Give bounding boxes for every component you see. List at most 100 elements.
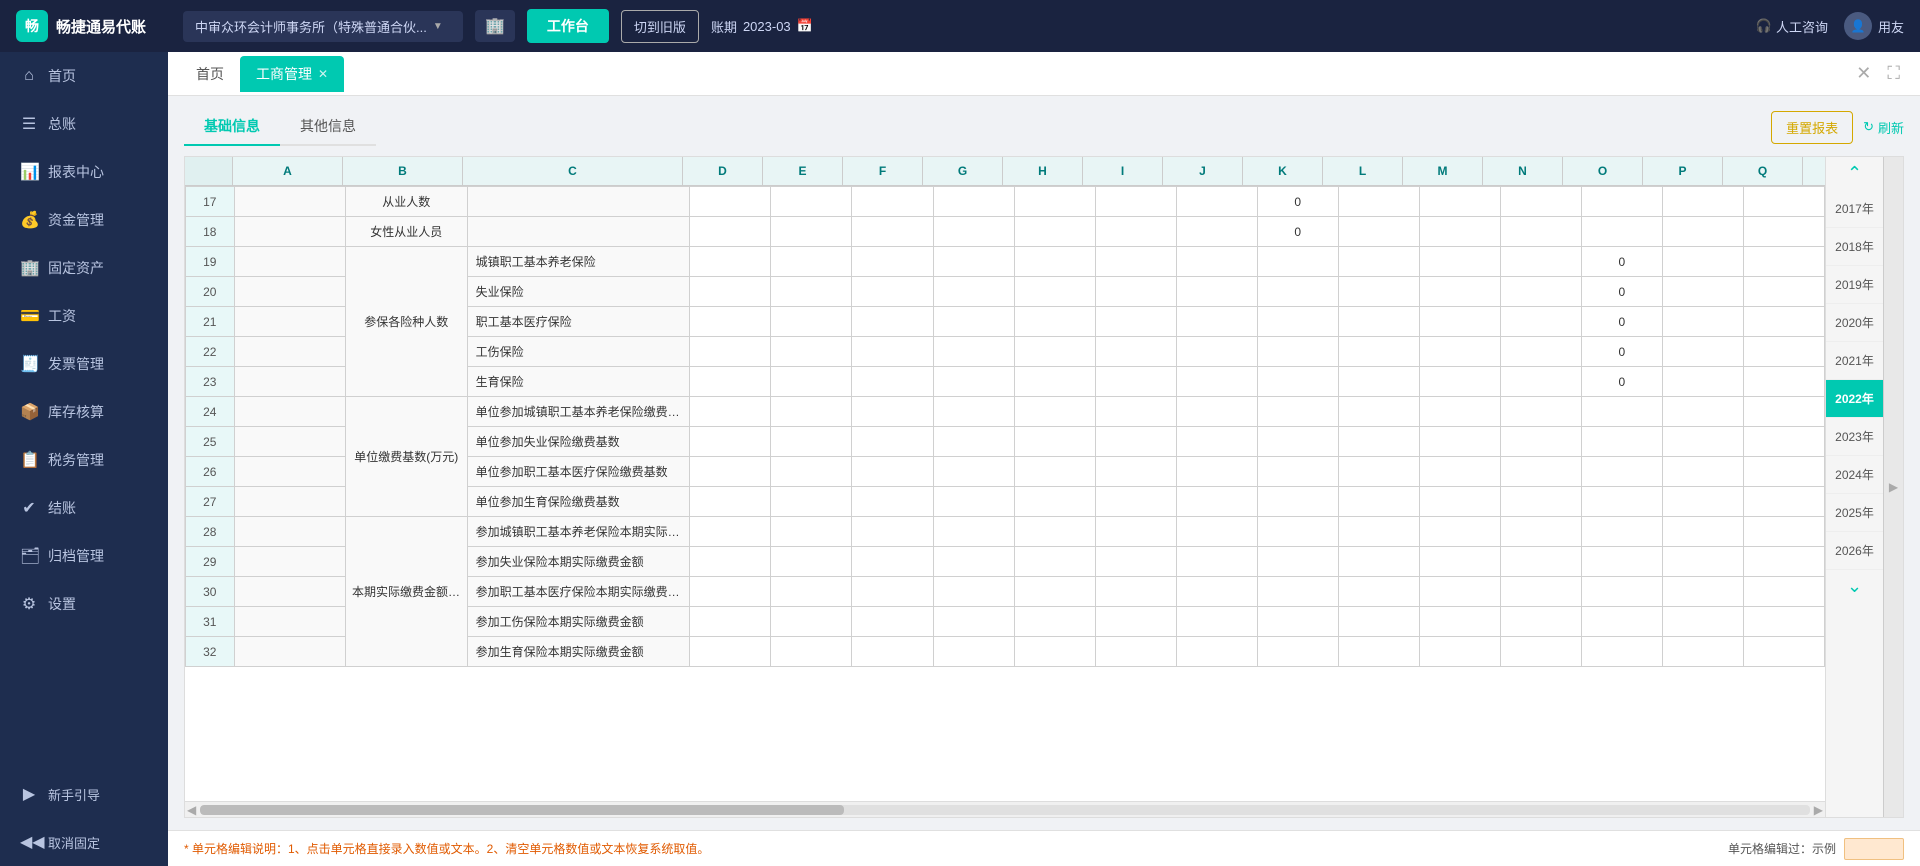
- sidebar-item-finance[interactable]: 💰 资金管理: [0, 196, 168, 244]
- row-num-24: 24: [186, 397, 235, 427]
- reset-report-button[interactable]: 重置报表: [1771, 111, 1853, 144]
- sidebar-item-tax[interactable]: 📋 税务管理: [0, 436, 168, 484]
- year-2018[interactable]: 2018年: [1826, 228, 1883, 266]
- cell-26-a[interactable]: [234, 457, 345, 487]
- logo-area: 畅 畅捷通易代账: [16, 10, 171, 42]
- cell-22-c[interactable]: 工伤保险: [467, 337, 690, 367]
- sidebar-item-guide[interactable]: ▶ 新手引导: [0, 770, 168, 818]
- cell-27-a[interactable]: [234, 487, 345, 517]
- sidebar-item-inventory[interactable]: 📦 库存核算: [0, 388, 168, 436]
- cell-26-c[interactable]: 单位参加职工基本医疗保险缴费基数: [467, 457, 690, 487]
- sidebar-item-invoice[interactable]: 🧾 发票管理: [0, 340, 168, 388]
- year-panel-down[interactable]: ⌄: [1826, 570, 1883, 603]
- row-num-20: 20: [186, 277, 235, 307]
- cell-17-a[interactable]: [234, 187, 345, 217]
- cell-19-c[interactable]: 城镇职工基本养老保险: [467, 247, 690, 277]
- sidebar-label-inventory: 库存核算: [48, 402, 104, 422]
- year-2021[interactable]: 2021年: [1826, 342, 1883, 380]
- cell-32-c[interactable]: 参加生育保险本期实际缴费金额: [467, 637, 690, 667]
- cell-20-a[interactable]: [234, 277, 345, 307]
- payroll-icon: 💳: [20, 306, 38, 326]
- year-2020[interactable]: 2020年: [1826, 304, 1883, 342]
- user-area[interactable]: 👤 用友: [1844, 12, 1904, 40]
- company-selector[interactable]: 中审众环会计师事务所（特殊普通合伙... ▼: [183, 11, 463, 42]
- company-icon-button[interactable]: 🏢: [475, 10, 515, 42]
- year-2019[interactable]: 2019年: [1826, 266, 1883, 304]
- cell-24-b[interactable]: 单位缴费基数(万元): [346, 397, 468, 517]
- cell-27-c[interactable]: 单位参加生育保险缴费基数: [467, 487, 690, 517]
- horizontal-scrollbar[interactable]: ◀ ▶: [185, 801, 1825, 817]
- cell-19-b[interactable]: 参保各险种人数: [346, 247, 468, 397]
- cell-18-a[interactable]: [234, 217, 345, 247]
- cell-24-c[interactable]: 单位参加城镇职工基本养老保险缴费基数: [467, 397, 690, 427]
- sidebar-item-unfix[interactable]: ◀◀ 取消固定: [0, 818, 168, 866]
- scrollbar-track[interactable]: [200, 805, 1810, 815]
- cell-23-a[interactable]: [234, 367, 345, 397]
- sidebar-label-archive: 归档管理: [48, 546, 104, 566]
- cell-23-c[interactable]: 生育保险: [467, 367, 690, 397]
- cell-25-c[interactable]: 单位参加失业保险缴费基数: [467, 427, 690, 457]
- tab-bar: 首页 工商管理 ✕ ✕ ⛶: [168, 52, 1920, 96]
- cell-30-c[interactable]: 参加职工基本医疗保险本期实际缴费金额: [467, 577, 690, 607]
- cell-32-a[interactable]: [234, 637, 345, 667]
- year-2024[interactable]: 2024年: [1826, 456, 1883, 494]
- tab-home[interactable]: 首页: [184, 56, 236, 92]
- cell-31-c[interactable]: 参加工伤保险本期实际缴费金额: [467, 607, 690, 637]
- year-2023[interactable]: 2023年: [1826, 418, 1883, 456]
- workbench-button[interactable]: 工作台: [527, 9, 609, 43]
- cell-17-c[interactable]: [467, 187, 690, 217]
- cell-29-c[interactable]: 参加失业保险本期实际缴费金额: [467, 547, 690, 577]
- ai-consult[interactable]: 🎧 人工咨询: [1756, 17, 1828, 36]
- asset-icon: 🏢: [20, 258, 38, 278]
- cell-21-c[interactable]: 职工基本医疗保险: [467, 307, 690, 337]
- right-collapse-panel[interactable]: ▶: [1883, 157, 1903, 817]
- cell-18-b[interactable]: 女性从业人员: [346, 217, 468, 247]
- cell-28-c[interactable]: 参加城镇职工基本养老保险本期实际缴费金额: [467, 517, 690, 547]
- sidebar-item-closing[interactable]: ✔ 结账: [0, 484, 168, 532]
- sidebar-item-home[interactable]: ⌂ 首页: [0, 52, 168, 100]
- table-scroll[interactable]: 17 从业人数: [185, 186, 1825, 801]
- cell-31-a[interactable]: [234, 607, 345, 637]
- sidebar-item-asset[interactable]: 🏢 固定资产: [0, 244, 168, 292]
- cell-30-a[interactable]: [234, 577, 345, 607]
- year-panel-up[interactable]: ⌃: [1826, 157, 1883, 190]
- cell-28-a[interactable]: [234, 517, 345, 547]
- tab-close-icon[interactable]: ✕: [318, 67, 328, 81]
- cell-20-c[interactable]: 失业保险: [467, 277, 690, 307]
- cell-17-b[interactable]: 从业人数: [346, 187, 468, 217]
- row-num-23: 23: [186, 367, 235, 397]
- cell-25-a[interactable]: [234, 427, 345, 457]
- refresh-button[interactable]: ↻ 刷新: [1863, 118, 1904, 137]
- cell-21-a[interactable]: [234, 307, 345, 337]
- column-header-row: A B C D E F G H I J K L M N O: [185, 157, 1825, 186]
- sidebar-item-report[interactable]: 📊 报表中心: [0, 148, 168, 196]
- sidebar-item-archive[interactable]: 🗂 归档管理: [0, 532, 168, 580]
- cell-24-a[interactable]: [234, 397, 345, 427]
- calendar-icon[interactable]: 📅: [797, 18, 813, 34]
- sidebar-item-ledger[interactable]: ☰ 总账: [0, 100, 168, 148]
- row-num-18: 18: [186, 217, 235, 247]
- scrollbar-thumb[interactable]: [200, 805, 844, 815]
- switch-version-button[interactable]: 切到旧版: [621, 10, 699, 43]
- window-close-button[interactable]: ✕: [1852, 59, 1875, 88]
- sidebar-label-guide: 新手引导: [48, 785, 100, 804]
- cell-19-a[interactable]: [234, 247, 345, 277]
- cell-22-a[interactable]: [234, 337, 345, 367]
- year-2026[interactable]: 2026年: [1826, 532, 1883, 570]
- cell-29-a[interactable]: [234, 547, 345, 577]
- sub-tab-basic[interactable]: 基础信息: [184, 108, 280, 146]
- refresh-label: 刷新: [1878, 118, 1904, 137]
- window-maximize-button[interactable]: ⛶: [1883, 59, 1904, 88]
- tab-business[interactable]: 工商管理 ✕: [240, 56, 344, 92]
- sub-tab-other[interactable]: 其他信息: [280, 108, 376, 146]
- sidebar-item-payroll[interactable]: 💳 工资: [0, 292, 168, 340]
- cell-28-b[interactable]: 本期实际缴费金额(万元): [346, 517, 468, 667]
- year-2017[interactable]: 2017年: [1826, 190, 1883, 228]
- year-2022[interactable]: 2022年: [1826, 380, 1883, 418]
- inner-content: 基础信息 其他信息 重置报表 ↻ 刷新: [168, 96, 1920, 830]
- year-2025[interactable]: 2025年: [1826, 494, 1883, 532]
- sidebar-label-unfix: 取消固定: [48, 833, 100, 852]
- sidebar-item-settings[interactable]: ⚙ 设置: [0, 580, 168, 628]
- avatar: 👤: [1844, 12, 1872, 40]
- cell-18-c[interactable]: [467, 217, 690, 247]
